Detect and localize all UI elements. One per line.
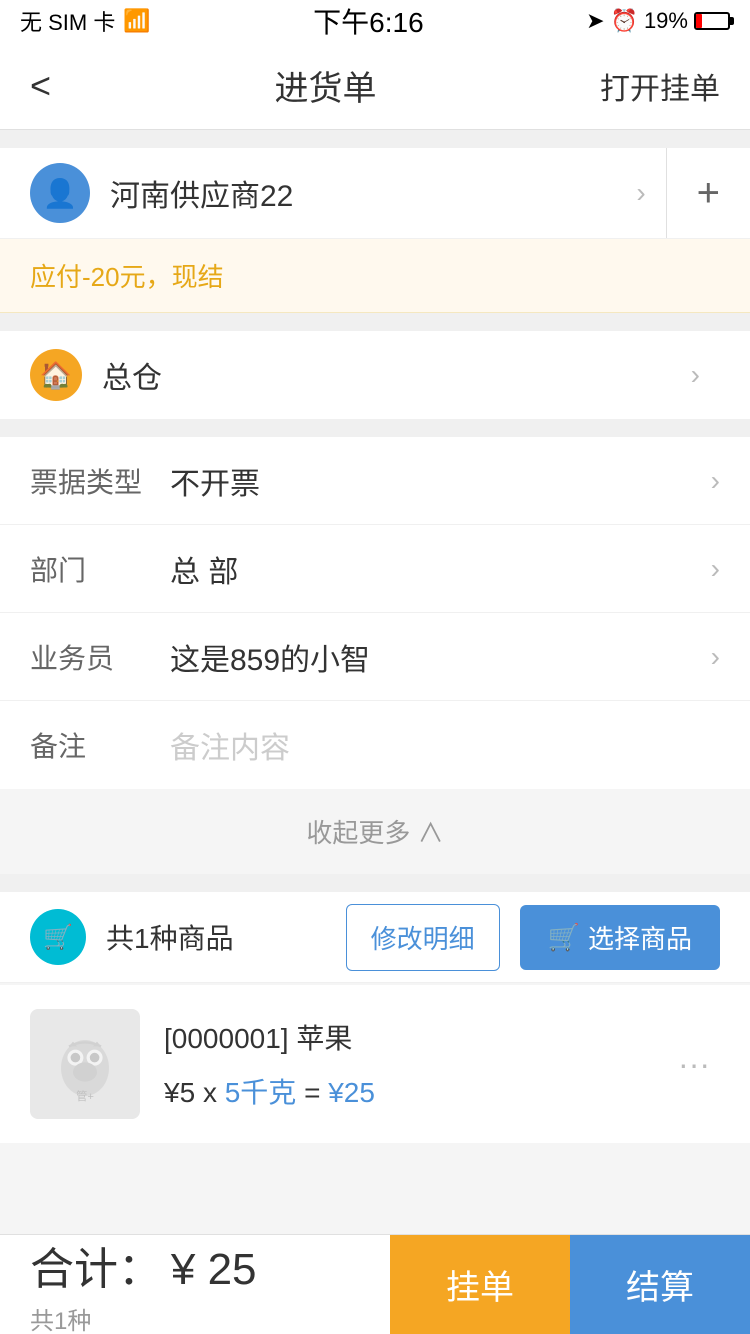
- location-icon: ➤: [586, 8, 604, 34]
- warehouse-name: 总仓: [102, 353, 671, 397]
- wifi-icon: 📶: [123, 8, 150, 34]
- product-info: [0000001] 苹果 ¥5 x 5千克 = ¥25: [164, 1017, 644, 1111]
- salesman-value: 这是859的小智: [170, 635, 711, 679]
- footer-spacer: [0, 1143, 750, 1243]
- add-supplier-button[interactable]: +: [667, 171, 720, 216]
- department-chevron-icon: ›: [711, 553, 720, 585]
- product-item: 管+ [0000001] 苹果 ¥5 x 5千克 = ¥25 ···: [0, 985, 750, 1143]
- warehouse-icon-symbol: 🏠: [40, 360, 72, 391]
- payment-notice: 应付-20元，现结: [0, 239, 750, 313]
- battery-percent: 19%: [644, 8, 688, 34]
- status-indicators: ➤ ⏰ 19%: [586, 8, 730, 34]
- warehouse-chevron-icon: ›: [691, 359, 700, 391]
- form-section: 票据类型 不开票 › 部门 总 部 › 业务员 这是859的小智 › 备注 备注…: [0, 437, 750, 789]
- footer-total-label: 合计：: [30, 1245, 162, 1294]
- back-button[interactable]: <: [30, 65, 51, 107]
- select-product-button[interactable]: 🛒 选择商品: [520, 905, 720, 970]
- department-label: 部门: [30, 549, 170, 589]
- warehouse-section: 🏠 总仓 ›: [0, 331, 750, 419]
- edit-detail-button[interactable]: 修改明细: [346, 904, 500, 971]
- department-value: 总 部: [170, 547, 711, 591]
- footer-amount: 合计： ¥ 25: [30, 1233, 360, 1297]
- remark-row[interactable]: 备注 备注内容: [0, 701, 750, 789]
- section-gap-3: [0, 419, 750, 437]
- warehouse-icon: 🏠: [30, 349, 82, 401]
- battery-icon: [694, 12, 730, 30]
- multiply-sign: x: [203, 1077, 225, 1108]
- salesman-chevron-icon: ›: [711, 641, 720, 673]
- ticket-type-value: 不开票: [170, 459, 711, 503]
- footer-total-section: 合计： ¥ 25 共1种: [0, 1233, 390, 1334]
- product-price: ¥5 x 5千克 = ¥25: [164, 1071, 644, 1111]
- select-product-label: 选择商品: [588, 919, 692, 956]
- product-more-button[interactable]: ···: [668, 1036, 720, 1093]
- carrier-text: 无 SIM 卡: [20, 5, 115, 37]
- ticket-type-chevron-icon: ›: [711, 465, 720, 497]
- status-bar: 无 SIM 卡 📶 下午6:16 ➤ ⏰ 19%: [0, 0, 750, 42]
- section-gap-1: [0, 130, 750, 148]
- supplier-avatar: 👤: [30, 163, 90, 223]
- salesman-label: 业务员: [30, 637, 170, 677]
- ticket-type-label: 票据类型: [30, 461, 170, 501]
- salesman-row[interactable]: 业务员 这是859的小智 ›: [0, 613, 750, 701]
- product-thumb-owl-icon: 管+: [45, 1024, 125, 1104]
- product-total: ¥25: [328, 1077, 375, 1108]
- department-row[interactable]: 部门 总 部 ›: [0, 525, 750, 613]
- cart-icon: 🛒: [43, 923, 73, 952]
- select-cart-icon: 🛒: [548, 922, 580, 953]
- remark-label: 备注: [30, 725, 170, 765]
- equals-sign: =: [304, 1077, 328, 1108]
- product-code: [0000001]: [164, 1023, 289, 1054]
- product-title: 苹果: [296, 1023, 352, 1054]
- product-icon: 🛒: [30, 909, 86, 965]
- ticket-type-row[interactable]: 票据类型 不开票 ›: [0, 437, 750, 525]
- product-header: 🛒 共1种商品 修改明细 🛒 选择商品: [0, 892, 750, 982]
- product-divider: [0, 982, 750, 983]
- alarm-icon: ⏰: [611, 8, 638, 34]
- supplier-section: 👤 河南供应商22 › +: [0, 148, 750, 239]
- product-name: [0000001] 苹果: [164, 1017, 644, 1057]
- footer-count: 共1种: [30, 1301, 360, 1334]
- open-pending-button[interactable]: 打开挂单: [600, 64, 720, 108]
- svg-text:管+: 管+: [76, 1089, 94, 1103]
- hold-order-button[interactable]: 挂单: [390, 1235, 570, 1334]
- footer-total-amount: ¥ 25: [171, 1245, 257, 1294]
- page-title: 进货单: [275, 61, 377, 110]
- product-qty: 5千克: [225, 1077, 297, 1108]
- footer: 合计： ¥ 25 共1种 挂单 结算: [0, 1234, 750, 1334]
- remark-value: 备注内容: [170, 723, 720, 767]
- product-thumbnail: 管+: [30, 1009, 140, 1119]
- section-gap-2: [0, 313, 750, 331]
- collapse-button[interactable]: 收起更多 ∧: [0, 789, 750, 874]
- product-count: 共1种商品: [106, 917, 326, 957]
- status-time: 下午6:16: [313, 1, 424, 41]
- nav-bar: < 进货单 打开挂单: [0, 42, 750, 130]
- warehouse-row[interactable]: 🏠 总仓 ›: [0, 331, 750, 419]
- checkout-button[interactable]: 结算: [570, 1235, 750, 1334]
- supplier-chevron-icon: ›: [636, 177, 645, 209]
- status-carrier: 无 SIM 卡 📶: [20, 5, 151, 37]
- section-gap-4: [0, 874, 750, 892]
- supplier-row[interactable]: 👤 河南供应商22 ›: [30, 148, 667, 238]
- supplier-name: 河南供应商22: [110, 171, 616, 215]
- avatar-icon: 👤: [43, 177, 78, 210]
- product-unit-price: ¥5: [164, 1077, 195, 1108]
